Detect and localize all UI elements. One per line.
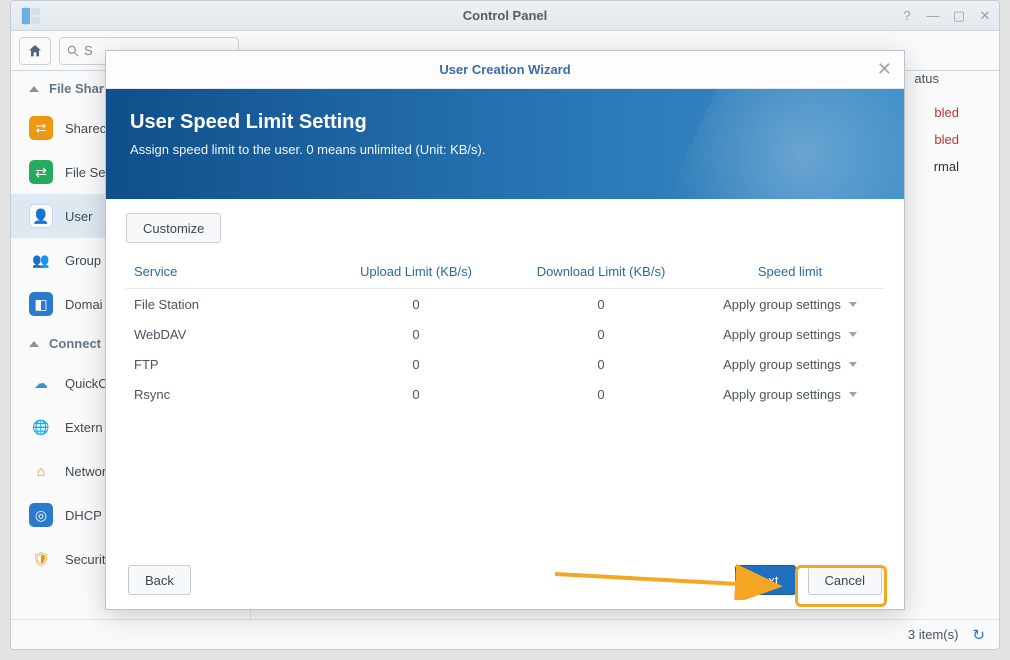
cell-download: 0 [506,387,696,402]
col-upload[interactable]: Upload Limit (KB/s) [326,264,506,279]
modal-title: User Creation Wizard [439,62,570,77]
speed-limit-dropdown[interactable]: Apply group settings [696,357,884,372]
cell-upload: 0 [326,297,506,312]
cell-service: Rsync [126,387,326,402]
chevron-down-icon [849,302,857,307]
modal-titlebar: User Creation Wizard ✕ [106,51,904,89]
modal-footer: Back Next Cancel [106,551,904,609]
cell-upload: 0 [326,387,506,402]
cancel-button[interactable]: Cancel [808,565,882,595]
next-button[interactable]: Next [735,565,796,595]
cell-service: WebDAV [126,327,326,342]
close-icon[interactable]: ✕ [877,59,892,80]
user-creation-wizard-modal: User Creation Wizard ✕ User Speed Limit … [105,50,905,610]
modal-body: Customize Service Upload Limit (KB/s) Do… [106,199,904,551]
cell-upload: 0 [326,327,506,342]
back-button[interactable]: Back [128,565,191,595]
customize-button[interactable]: Customize [126,213,221,243]
cell-service: FTP [126,357,326,372]
modal-banner: User Speed Limit Setting Assign speed li… [106,89,904,199]
chevron-down-icon [849,362,857,367]
modal-subheading: Assign speed limit to the user. 0 means … [130,142,880,157]
chevron-down-icon [849,392,857,397]
cell-upload: 0 [326,357,506,372]
speed-limit-dropdown[interactable]: Apply group settings [696,327,884,342]
col-speed[interactable]: Speed limit [696,264,884,279]
table-row: File Station00Apply group settings [126,289,884,319]
cell-service: File Station [126,297,326,312]
chevron-down-icon [849,332,857,337]
col-service[interactable]: Service [126,264,326,279]
table-row: WebDAV00Apply group settings [126,319,884,349]
speed-limit-table: Service Upload Limit (KB/s) Download Lim… [126,255,884,409]
col-download[interactable]: Download Limit (KB/s) [506,264,696,279]
speed-limit-dropdown[interactable]: Apply group settings [696,297,884,312]
table-row: Rsync00Apply group settings [126,379,884,409]
modal-heading: User Speed Limit Setting [130,111,880,134]
cell-download: 0 [506,327,696,342]
speed-limit-dropdown[interactable]: Apply group settings [696,387,884,402]
cell-download: 0 [506,357,696,372]
table-row: FTP00Apply group settings [126,349,884,379]
table-header: Service Upload Limit (KB/s) Download Lim… [126,255,884,289]
cell-download: 0 [506,297,696,312]
